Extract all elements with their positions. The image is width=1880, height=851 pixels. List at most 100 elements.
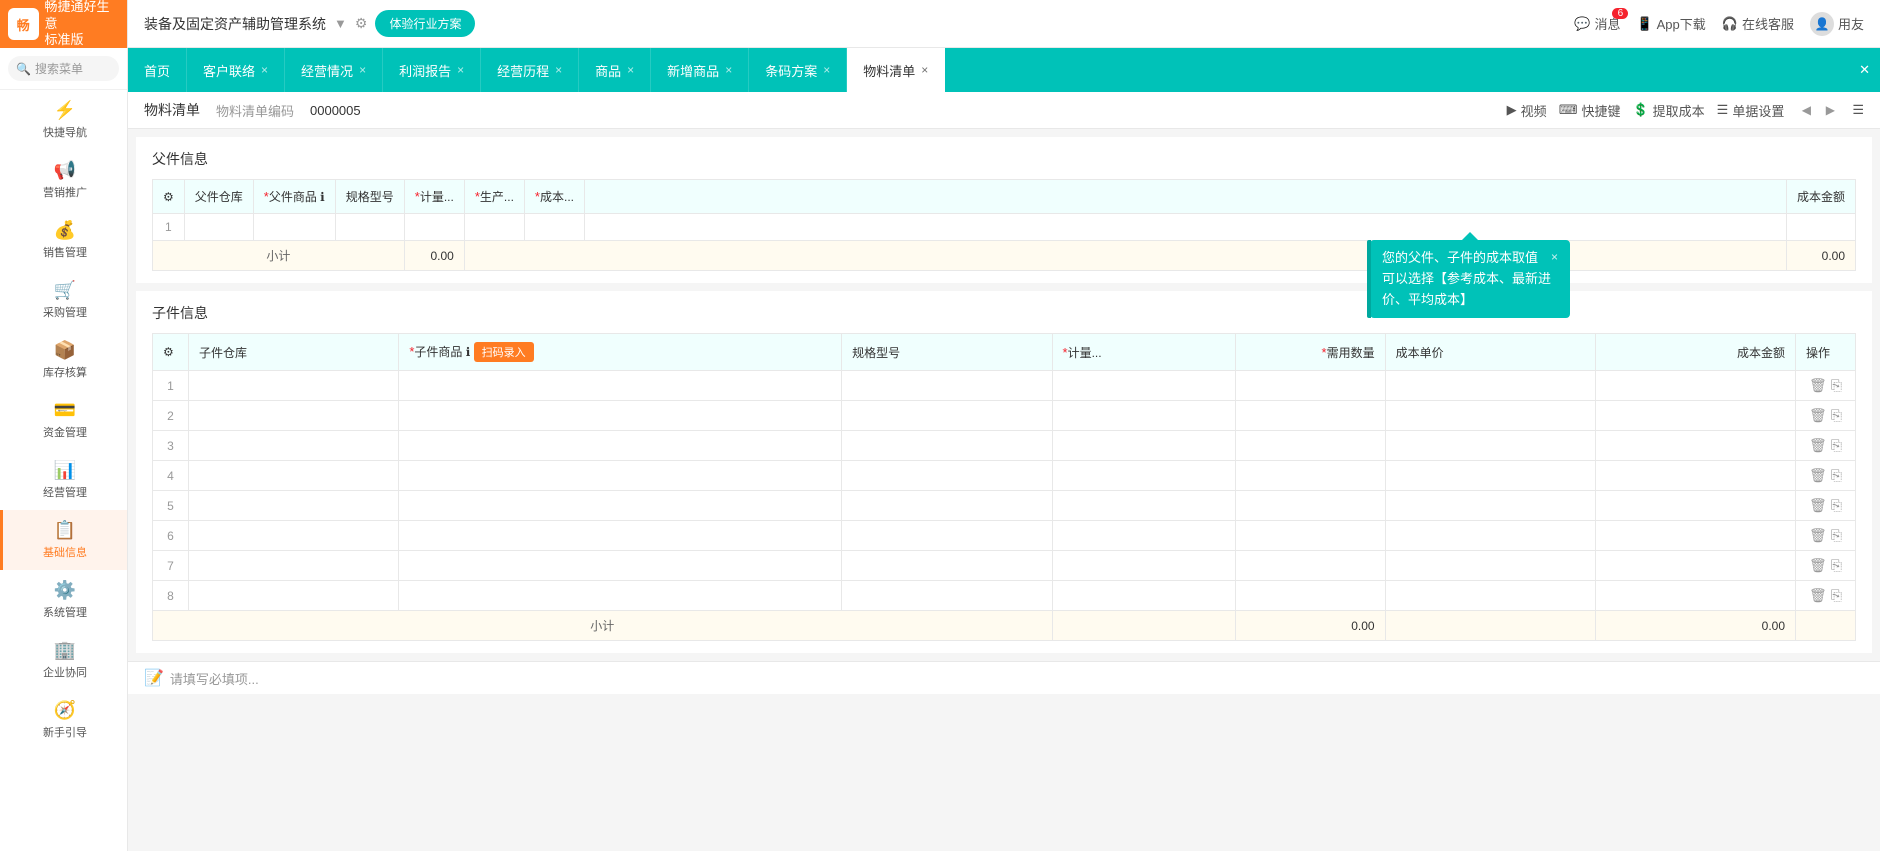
tab-close-profit[interactable]: × [457,63,464,77]
tab-customer[interactable]: 客户联络 × [187,48,285,92]
child-goods-cell-4[interactable] [399,461,842,491]
copy-row-8[interactable]: ⎘ [1831,587,1842,604]
child-spec-cell-2[interactable] [842,401,1052,431]
list-view-btn[interactable]: ☰ [1852,102,1864,118]
sidebar-item-operations[interactable]: 📊 经营管理 [0,450,127,510]
copy-row-4[interactable]: ⎘ [1831,467,1842,484]
sidebar-item-basic-info[interactable]: 📋 基础信息 [0,510,127,570]
child-unit-price-cell-3[interactable] [1385,431,1595,461]
copy-row-7[interactable]: ⎘ [1831,557,1842,574]
child-spec-cell-4[interactable] [842,461,1052,491]
child-goods-cell-8[interactable] [399,581,842,611]
child-unit-cell-6[interactable] [1052,521,1235,551]
tab-close-barcode[interactable]: × [823,63,830,77]
child-cost-amount-cell-2[interactable] [1596,401,1796,431]
child-goods-cell-1[interactable] [399,371,842,401]
trial-button[interactable]: 体验行业方案 [375,10,475,37]
sidebar-item-purchase[interactable]: 🛒 采购管理 [0,270,127,330]
delete-row-8[interactable]: 🗑 [1809,587,1827,604]
sidebar-item-enterprise[interactable]: 🏢 企业协同 [0,630,127,690]
child-spec-cell-5[interactable] [842,491,1052,521]
delete-row-4[interactable]: 🗑 [1809,467,1827,484]
child-warehouse-cell-7[interactable] [189,551,399,581]
sidebar-item-guide[interactable]: 🧭 新手引导 [0,690,127,750]
parent-cost-amount-cell[interactable] [1786,214,1855,241]
child-unit-price-cell-8[interactable] [1385,581,1595,611]
child-goods-cell-5[interactable] [399,491,842,521]
tab-barcode[interactable]: 条码方案 × [749,48,847,92]
sidebar-item-quick-nav[interactable]: ⚡ 快捷导航 [0,90,127,150]
copy-row-5[interactable]: ⎘ [1831,497,1842,514]
child-unit-cell-3[interactable] [1052,431,1235,461]
parent-production-cell[interactable] [464,214,524,241]
sidebar-item-finance[interactable]: 💳 资金管理 [0,390,127,450]
tab-history[interactable]: 经营历程 × [481,48,579,92]
tab-close-operations[interactable]: × [359,63,366,77]
child-quantity-cell-5[interactable] [1235,491,1385,521]
child-quantity-cell-1[interactable] [1235,371,1385,401]
copy-row-1[interactable]: ⎘ [1831,377,1842,394]
child-quantity-cell-8[interactable] [1235,581,1385,611]
scan-input-button[interactable]: 扫码录入 [474,342,534,362]
tab-close-goods[interactable]: × [627,63,634,77]
tab-goods[interactable]: 商品 × [579,48,651,92]
tab-home[interactable]: 首页 [128,48,187,92]
tab-operations-status[interactable]: 经营情况 × [285,48,383,92]
tab-bom[interactable]: 物料清单 × [847,48,945,92]
close-all-tabs[interactable]: ✕ [1849,48,1880,92]
message-button[interactable]: 💬 消息 6 [1574,14,1620,33]
delete-row-2[interactable]: 🗑 [1809,407,1827,424]
sidebar-item-system[interactable]: ⚙️ 系统管理 [0,570,127,630]
child-spec-cell-3[interactable] [842,431,1052,461]
view-video-button[interactable]: ▶ 视频 [1507,101,1547,120]
child-unit-cell-4[interactable] [1052,461,1235,491]
tab-new-goods[interactable]: 新增商品 × [651,48,749,92]
child-cost-amount-cell-5[interactable] [1596,491,1796,521]
delete-row-7[interactable]: 🗑 [1809,557,1827,574]
sidebar-item-marketing[interactable]: 📢 营销推广 [0,150,127,210]
child-cost-amount-cell-4[interactable] [1596,461,1796,491]
child-warehouse-cell-5[interactable] [189,491,399,521]
delete-row-6[interactable]: 🗑 [1809,527,1827,544]
child-warehouse-cell-3[interactable] [189,431,399,461]
settings-button[interactable]: ⚙ [355,15,368,32]
child-warehouse-cell-1[interactable] [189,371,399,401]
app-download-button[interactable]: 📱 App下载 [1636,14,1705,33]
child-cost-amount-cell-6[interactable] [1596,521,1796,551]
sidebar-item-sales[interactable]: 💰 销售管理 [0,210,127,270]
child-goods-cell-2[interactable] [399,401,842,431]
copy-row-6[interactable]: ⎘ [1831,527,1842,544]
child-unit-price-cell-5[interactable] [1385,491,1595,521]
child-quantity-cell-4[interactable] [1235,461,1385,491]
child-unit-price-cell-1[interactable] [1385,371,1595,401]
delete-row-3[interactable]: 🗑 [1809,437,1827,454]
parent-cost-cell[interactable] [524,214,584,241]
child-warehouse-cell-2[interactable] [189,401,399,431]
child-unit-cell-5[interactable] [1052,491,1235,521]
user-menu[interactable]: 👤 用友 [1810,12,1864,36]
parent-goods-cell[interactable] [253,214,335,241]
child-col-settings[interactable]: ⚙ [153,334,189,371]
child-quantity-cell-7[interactable] [1235,551,1385,581]
child-cost-amount-cell-7[interactable] [1596,551,1796,581]
child-unit-price-cell-4[interactable] [1385,461,1595,491]
prev-page-btn[interactable]: ◀ [1796,100,1816,120]
child-warehouse-cell-6[interactable] [189,521,399,551]
child-goods-cell-7[interactable] [399,551,842,581]
child-quantity-cell-3[interactable] [1235,431,1385,461]
tooltip-close-button[interactable]: × [1551,248,1558,267]
child-unit-price-cell-6[interactable] [1385,521,1595,551]
child-unit-price-cell-7[interactable] [1385,551,1595,581]
sidebar-item-inventory[interactable]: 📦 库存核算 [0,330,127,390]
child-spec-cell-6[interactable] [842,521,1052,551]
copy-row-3[interactable]: ⎘ [1831,437,1842,454]
doc-settings-button[interactable]: ☰ 单据设置 [1717,101,1785,120]
online-service-button[interactable]: 🎧 在线客服 [1722,14,1794,33]
child-cost-amount-cell-8[interactable] [1596,581,1796,611]
sidebar-search[interactable]: 🔍 搜索菜单 [0,48,127,90]
child-unit-cell-8[interactable] [1052,581,1235,611]
tab-close-customer[interactable]: × [261,63,268,77]
parent-spec-cell[interactable] [335,214,404,241]
child-cost-amount-cell-1[interactable] [1596,371,1796,401]
child-spec-cell-1[interactable] [842,371,1052,401]
